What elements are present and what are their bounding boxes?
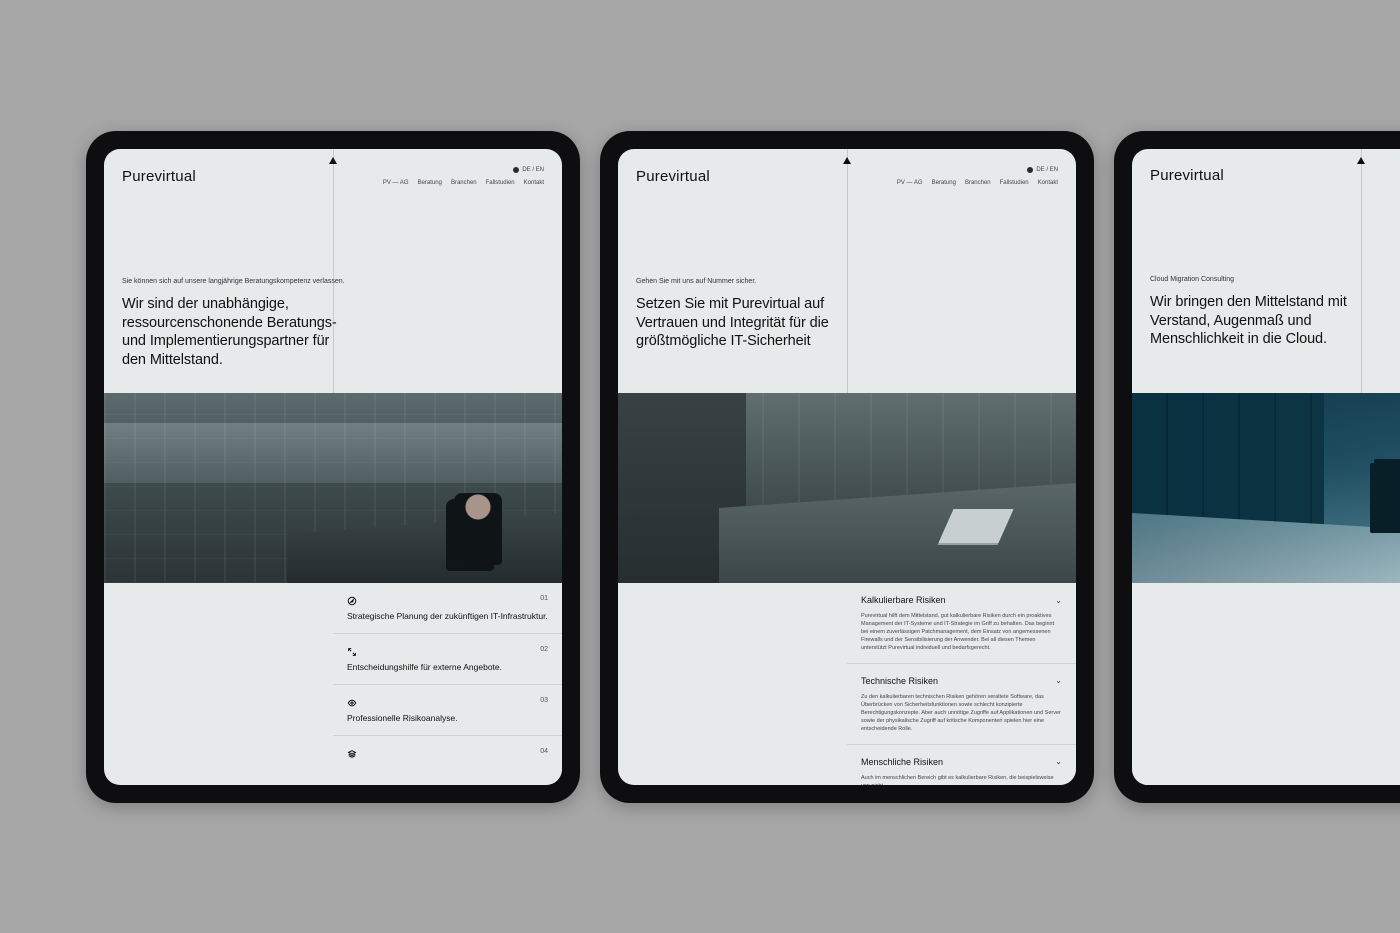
eye-icon [347,695,357,705]
accordion-item-technisch[interactable]: Technische Risiken ⌄ Zu den kalkulierbar… [847,663,1076,744]
accordion-item-kalkulierbar[interactable]: Kalkulierbare Risiken ⌄ Purevirtual hilf… [847,583,1076,663]
language-switch[interactable]: DE / EN [513,167,544,173]
expand-icon [347,644,357,654]
accordion-item-menschlich[interactable]: Menschliche Risiken ⌄ Auch im menschlich… [847,744,1076,785]
brand-logo[interactable]: Purevirtual [1150,167,1224,184]
feature-row[interactable]: 02 Entscheidungshilfe für externe Angebo… [333,633,562,684]
feature-number: 01 [540,595,548,602]
chevron-down-icon: ⌄ [1055,757,1062,766]
chevron-down-icon: ⌄ [1055,596,1062,605]
accordion-title: Technische Risiken [861,676,938,686]
globe-icon [513,167,519,173]
tablet-frame-2: Purevirtual DE / EN PV — AG Beratung Bra… [600,131,1094,803]
site-header: Purevirtual [1132,149,1400,184]
chevron-down-icon: ⌄ [1055,676,1062,685]
accordion-body: Zu den kalkulierbaren technischen Risike… [861,694,1062,734]
hero-headline: Wir sind der unabhängige, ressourcenscho… [122,295,342,369]
feature-label: Entscheidungshilfe für externe Angebote. [347,662,548,672]
feature-list: 01 Strategische Planung der zukünftigen … [333,583,562,785]
accordion-body: Purevirtual hilft dem Mittelstand, gut k… [861,613,1062,653]
person-illustration [454,493,502,565]
language-switch[interactable]: DE / EN [1027,167,1058,173]
feature-label: Professionelle Risikoanalyse. [347,713,548,723]
tablet-screen-3: Purevirtual Cloud Migration Consulting W… [1132,149,1400,785]
risk-accordion: Kalkulierbare Risiken ⌄ Purevirtual hilf… [847,583,1076,785]
stack-icon [347,746,357,756]
nav-item-fallstudien[interactable]: Fallstudien [486,180,515,186]
primary-nav: PV — AG Beratung Branchen Fallstudien Ko… [383,180,544,186]
tablet-screen-1: Purevirtual DE / EN PV — AG Beratung Bra… [104,149,562,785]
language-label: DE / EN [522,167,544,173]
tablet-frame-1: Purevirtual DE / EN PV — AG Beratung Bra… [86,131,580,803]
nav-item-pvag[interactable]: PV — AG [383,180,409,186]
compass-icon [347,593,357,603]
hero-headline: Wir bringen den Mittelstand mit Verstand… [1150,293,1370,349]
primary-nav: PV — AG Beratung Branchen Fallstudien Ko… [897,180,1058,186]
tablet-screen-2: Purevirtual DE / EN PV — AG Beratung Bra… [618,149,1076,785]
accordion-title: Menschliche Risiken [861,757,943,767]
feature-number: 03 [540,697,548,704]
brand-logo[interactable]: Purevirtual [636,168,710,185]
feature-label: Strategische Planung der zukünftigen IT-… [347,611,548,621]
hero-block: Cloud Migration Consulting Wir bringen d… [1132,276,1400,349]
feature-row[interactable]: 04 [333,735,562,776]
nav-item-pvag[interactable]: PV — AG [897,180,923,186]
hero-image-datacenter [1132,393,1400,583]
nav-item-branchen[interactable]: Branchen [965,180,991,186]
nav-item-branchen[interactable]: Branchen [451,180,477,186]
feature-row[interactable]: 01 Strategische Planung der zukünftigen … [333,583,562,633]
tablet-frame-3: Purevirtual Cloud Migration Consulting W… [1114,131,1400,803]
globe-icon [1027,167,1033,173]
nav-item-fallstudien[interactable]: Fallstudien [1000,180,1029,186]
mockup-stage: Purevirtual DE / EN PV — AG Beratung Bra… [0,0,1400,933]
nav-item-kontakt[interactable]: Kontakt [524,180,544,186]
hero-headline: Setzen Sie mit Purevirtual auf Vertrauen… [636,295,856,351]
nav-item-beratung[interactable]: Beratung [418,180,442,186]
feature-number: 04 [540,748,548,755]
hero-eyebrow: Cloud Migration Consulting [1150,276,1400,283]
accordion-body: Auch im menschlichen Bereich gibt es kal… [861,775,1062,785]
feature-row[interactable]: 03 Professionelle Risikoanalyse. [333,684,562,735]
nav-item-beratung[interactable]: Beratung [932,180,956,186]
nav-item-kontakt[interactable]: Kontakt [1038,180,1058,186]
feature-number: 02 [540,646,548,653]
brand-logo[interactable]: Purevirtual [122,168,196,185]
hero-image-office [104,393,562,583]
accordion-title: Kalkulierbare Risiken [861,595,946,605]
hero-image-desk [618,393,1076,583]
content-area-empty [1132,583,1400,785]
server-cart-illustration [1370,463,1400,533]
language-label: DE / EN [1036,167,1058,173]
